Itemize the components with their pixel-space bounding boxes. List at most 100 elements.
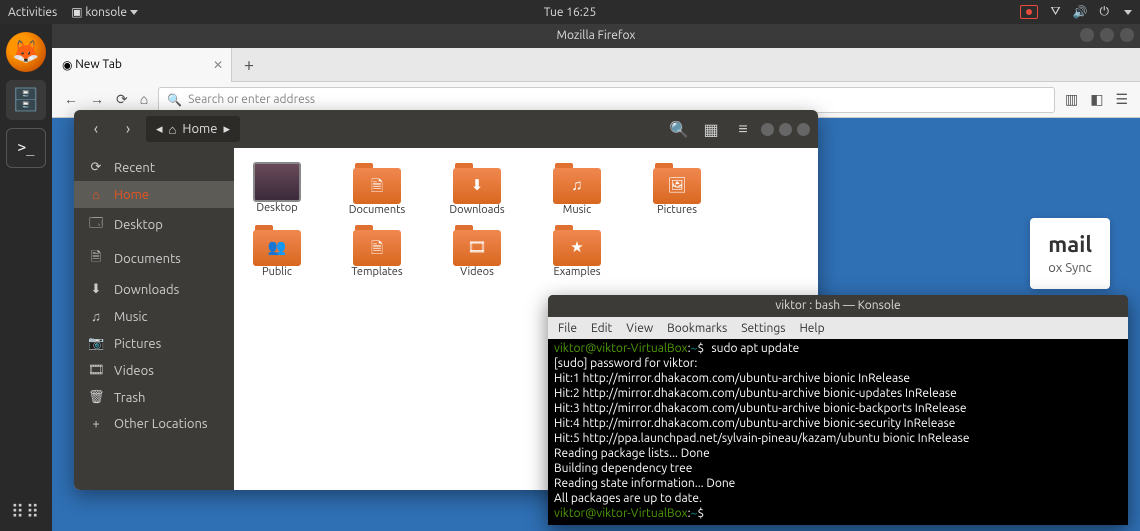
path-label: Home bbox=[182, 122, 217, 136]
back-button[interactable]: ‹ bbox=[82, 116, 110, 142]
files-sidebar: ⟳Recent ⌂ Home 🗔Desktop 🗎 Documents ⬇ Downloads… bbox=[74, 148, 234, 490]
sidebar-icon[interactable]: ◧ bbox=[1090, 91, 1103, 108]
path-bar[interactable]: ◂ ⌂ Home ▸ bbox=[146, 116, 240, 142]
sidebar-icon: 🗑 bbox=[88, 390, 104, 405]
folder-label: Desktop bbox=[256, 202, 297, 214]
system-menu-icon[interactable] bbox=[1124, 10, 1132, 15]
menu-edit[interactable]: Edit bbox=[591, 322, 612, 335]
sidebar-icon: ⌂ bbox=[88, 187, 104, 202]
terminal-output[interactable]: viktor@viktor-VirtualBox:~$ sudo apt upd… bbox=[548, 339, 1128, 523]
forward-button[interactable]: › bbox=[114, 116, 142, 142]
firefox-titlebar: Mozilla Firefox bbox=[52, 24, 1140, 48]
sidebar-icon: + bbox=[88, 417, 104, 431]
sidebar-item-home[interactable]: ⌂ Home bbox=[74, 181, 234, 208]
sidebar-icon: ⬇ bbox=[88, 282, 104, 297]
sidebar-label: Documents bbox=[114, 252, 181, 266]
menu-file[interactable]: File bbox=[558, 322, 577, 335]
sidebar-item-pictures[interactable]: 📷Pictures bbox=[74, 330, 234, 357]
network-icon[interactable]: ⛛ bbox=[1050, 5, 1060, 19]
folder-videos[interactable]: 🎞Videos bbox=[442, 224, 512, 278]
folder-label: Videos bbox=[460, 266, 494, 278]
card-title: mail bbox=[1048, 232, 1092, 257]
sidebar-label: Recent bbox=[114, 161, 155, 175]
min-icon[interactable] bbox=[761, 123, 774, 136]
close-icon[interactable] bbox=[1120, 28, 1134, 42]
search-icon[interactable]: 🔍 bbox=[665, 116, 693, 142]
gnome-panel: Activities ▣ konsole Tue 16:25 ⛛ 🔊 ⏻ bbox=[0, 0, 1140, 24]
min-icon[interactable] bbox=[1080, 28, 1094, 42]
files-headerbar: ‹ › ◂ ⌂ Home ▸ 🔍 ▦ ≡ bbox=[74, 110, 818, 148]
sidebar-item-desktop[interactable]: 🗔Desktop bbox=[74, 208, 234, 242]
back-icon[interactable]: ← bbox=[64, 91, 78, 108]
folder-label: Downloads bbox=[449, 204, 504, 216]
menu-settings[interactable]: Settings bbox=[741, 322, 785, 335]
folder-music[interactable]: ♫Music bbox=[542, 162, 612, 216]
forward-icon[interactable]: → bbox=[90, 91, 104, 108]
sidebar-label: Videos bbox=[114, 364, 154, 378]
folder-examples[interactable]: ★Examples bbox=[542, 224, 612, 278]
menu-bookmarks[interactable]: Bookmarks bbox=[667, 322, 727, 335]
sidebar-item-trash[interactable]: 🗑Trash bbox=[74, 384, 234, 411]
reload-icon[interactable]: ⟳ bbox=[116, 91, 128, 108]
folder-pictures[interactable]: 🖼Pictures bbox=[642, 162, 712, 216]
new-tab-button[interactable]: + bbox=[232, 55, 266, 75]
sidebar-item-recent[interactable]: ⟳Recent bbox=[74, 154, 234, 181]
volume-icon[interactable]: 🔊 bbox=[1073, 5, 1088, 19]
close-icon[interactable] bbox=[797, 123, 810, 136]
app-indicator[interactable]: ▣ konsole bbox=[71, 5, 138, 19]
folder-downloads[interactable]: ⬇Downloads bbox=[442, 162, 512, 216]
max-icon[interactable] bbox=[779, 123, 792, 136]
folder-label: Templates bbox=[351, 266, 402, 278]
max-icon[interactable] bbox=[1100, 28, 1114, 42]
folder-public[interactable]: 👥Public bbox=[242, 224, 312, 278]
konsole-window: viktor : bash — Konsole FileEditViewBook… bbox=[548, 295, 1128, 525]
list-view-icon[interactable]: ≡ bbox=[729, 116, 757, 142]
sidebar-item-downloads[interactable]: ⬇ Downloads bbox=[74, 276, 234, 303]
folder-documents[interactable]: 🗎Documents bbox=[342, 162, 412, 216]
card-subtitle: ox Sync bbox=[1048, 261, 1092, 275]
path-sep-icon: ◂ bbox=[156, 122, 163, 137]
search-icon: 🔍 bbox=[167, 93, 182, 107]
sidebar-item-music[interactable]: ♫ Music bbox=[74, 303, 234, 330]
dock-files-icon[interactable]: 🗄️ bbox=[6, 80, 46, 120]
folder-label: Music bbox=[563, 204, 591, 216]
folder-label: Examples bbox=[553, 266, 600, 278]
dock-firefox-icon[interactable]: 🦊 bbox=[6, 32, 46, 72]
sidebar-icon: 🗎 bbox=[88, 248, 104, 270]
sidebar-item-videos[interactable]: 🎞Videos bbox=[74, 357, 234, 384]
grid-view-icon[interactable]: ▦ bbox=[697, 116, 725, 142]
url-bar[interactable]: 🔍 Search or enter address bbox=[158, 87, 1055, 113]
menu-icon[interactable]: ☰ bbox=[1115, 91, 1128, 108]
sidebar-label: Pictures bbox=[114, 337, 161, 351]
folder-label: Pictures bbox=[657, 204, 697, 216]
url-placeholder: Search or enter address bbox=[188, 93, 315, 106]
dock-show-apps-icon[interactable]: ⠿⠿ bbox=[11, 502, 41, 523]
path-sep-icon: ▸ bbox=[223, 122, 230, 137]
activities-button[interactable]: Activities bbox=[8, 6, 57, 19]
library-icon[interactable]: ▥ bbox=[1065, 91, 1078, 108]
menu-help[interactable]: Help bbox=[799, 322, 824, 335]
sidebar-item-other-locations[interactable]: + Other Locations bbox=[74, 411, 234, 437]
folder-icon: 👥 bbox=[253, 224, 301, 266]
desktop-icon bbox=[253, 162, 301, 202]
sidebar-label: Home bbox=[114, 188, 149, 202]
tab-close-icon[interactable]: ✕ bbox=[213, 58, 223, 72]
firefox-tabstrip: ◉ New Tab ✕ + bbox=[52, 48, 1140, 82]
tab-favicon: ◉ bbox=[62, 58, 72, 72]
tab-newtab[interactable]: ◉ New Tab ✕ bbox=[52, 48, 232, 82]
folder-icon: ♫ bbox=[553, 162, 601, 204]
sidebar-label: Downloads bbox=[114, 283, 179, 297]
screen-record-icon[interactable] bbox=[1020, 5, 1038, 19]
home-icon[interactable]: ⌂ bbox=[140, 91, 148, 108]
sidebar-label: Other Locations bbox=[114, 417, 208, 431]
dock-terminal-icon[interactable]: >_ bbox=[6, 128, 46, 168]
sidebar-icon: ♫ bbox=[88, 309, 104, 324]
clock[interactable]: Tue 16:25 bbox=[544, 6, 597, 19]
sidebar-icon: 🗔 bbox=[88, 214, 104, 236]
menu-view[interactable]: View bbox=[626, 322, 653, 335]
folder-templates[interactable]: 🗎Templates bbox=[342, 224, 412, 278]
folder-desktop[interactable]: Desktop bbox=[242, 162, 312, 216]
sidebar-label: Music bbox=[114, 310, 148, 324]
power-icon[interactable]: ⏻ bbox=[1100, 5, 1110, 19]
sidebar-item-documents[interactable]: 🗎 Documents bbox=[74, 242, 234, 276]
